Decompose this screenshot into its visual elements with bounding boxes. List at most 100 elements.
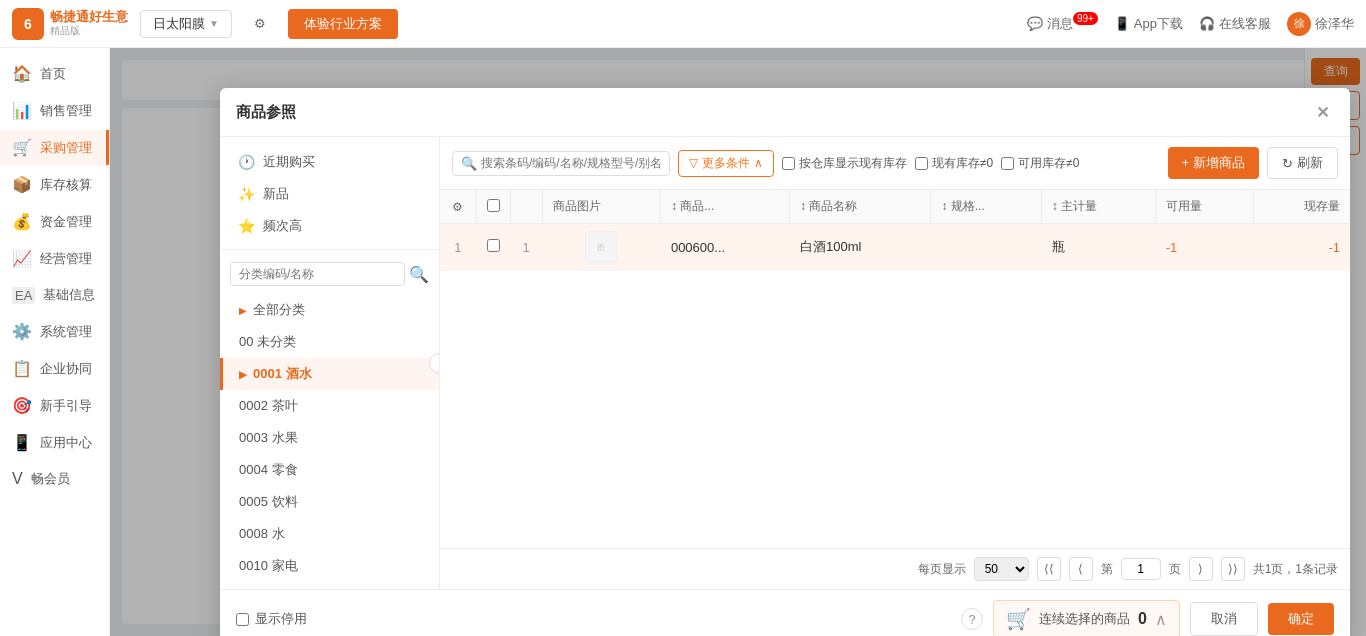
add-product-button[interactable]: + 新增商品 [1168, 147, 1259, 179]
cell-spec [931, 224, 1041, 271]
th-available[interactable]: 可用量 [1155, 190, 1253, 224]
table-row[interactable]: 1 1 图 [440, 224, 1350, 271]
show-disabled-input[interactable] [236, 613, 249, 626]
cart-text-label: 连续选择的商品 [1039, 610, 1130, 628]
refresh-button[interactable]: ↻ 刷新 [1267, 147, 1338, 179]
prev-page-button[interactable]: ⟨ [1069, 557, 1093, 581]
dialog-body: 🕐 近期购买 ✨ 新品 ⭐ 频次高 《 [220, 137, 1350, 589]
category-item-00[interactable]: 00 未分类 [220, 326, 439, 358]
message-badge: 99+ [1073, 12, 1098, 25]
clock-icon: 🕐 [238, 154, 255, 170]
sidebar-item-system[interactable]: ⚙️ 系统管理 [0, 314, 109, 349]
cart-collapse-button[interactable]: ∧ [1155, 610, 1167, 629]
row-checkbox[interactable] [487, 239, 500, 252]
checkbox-stock-nonzero[interactable]: 现有库存≠0 [915, 155, 993, 172]
logo-area: 6 畅捷通好生意 精品版 [12, 8, 128, 40]
th-name[interactable]: ↕ 商品名称 [789, 190, 930, 224]
page-unit-label: 页 [1169, 561, 1181, 578]
show-disabled-checkbox[interactable]: 显示停用 [236, 610, 307, 628]
confirm-button[interactable]: 确定 [1268, 603, 1334, 635]
tab-frequent[interactable]: ⭐ 频次高 [228, 211, 431, 241]
first-page-button[interactable]: ⟨⟨ [1037, 557, 1061, 581]
select-all-checkbox[interactable] [487, 199, 500, 212]
th-code[interactable]: ↕ 商品... [660, 190, 789, 224]
next-page-button[interactable]: ⟩ [1189, 557, 1213, 581]
category-item-all[interactable]: ▶ 全部分类 [220, 294, 439, 326]
per-page-select[interactable]: 50 10 20 100 [974, 557, 1029, 581]
gear-button[interactable]: ⚙ [244, 8, 276, 40]
last-page-button[interactable]: ⟩⟩ [1221, 557, 1245, 581]
checkbox-available-nonzero-input[interactable] [1001, 157, 1014, 170]
apps-icon: 📱 [12, 433, 32, 452]
sidebar-item-guide[interactable]: 🎯 新手引导 [0, 388, 109, 423]
category-search-input[interactable] [230, 262, 405, 286]
experience-btn[interactable]: 体验行业方案 [288, 9, 398, 39]
sidebar-item-purchase[interactable]: 🛒 采购管理 [0, 130, 109, 165]
operations-icon: 📈 [12, 249, 32, 268]
cell-checkbox[interactable] [476, 224, 510, 271]
tab-label: 近期购买 [263, 153, 315, 171]
nav-selector[interactable]: 日太阳膜 ▼ [140, 10, 232, 38]
guide-icon: 🎯 [12, 396, 32, 415]
product-table: ⚙ 商品图片 ↕ 商品... [440, 190, 1350, 271]
th-stock[interactable]: 现存量 [1253, 190, 1350, 224]
window-controls: ✕ [1310, 100, 1334, 124]
category-item-0001[interactable]: ▶ 0001 酒水 [220, 358, 439, 390]
category-item-0005[interactable]: 0005 饮料 [220, 486, 439, 518]
nav-messages[interactable]: 💬 消息 99+ [1027, 15, 1098, 33]
checkbox-stock-nonzero-input[interactable] [915, 157, 928, 170]
checkbox-warehouse-input[interactable] [782, 157, 795, 170]
new-icon: ✨ [238, 186, 255, 202]
category-label: 00 未分类 [239, 334, 296, 349]
th-spec[interactable]: ↕ 规格... [931, 190, 1041, 224]
sidebar-item-inventory[interactable]: 📦 库存核算 [0, 167, 109, 202]
phone-icon: 📱 [1114, 16, 1130, 31]
close-icon[interactable]: ✕ [1310, 100, 1334, 124]
product-image: 图 [585, 231, 617, 263]
nav-online-service[interactable]: 🎧 在线客服 [1199, 15, 1271, 33]
checkbox-available-nonzero[interactable]: 可用库存≠0 [1001, 155, 1079, 172]
top-nav: 6 畅捷通好生意 精品版 日太阳膜 ▼ ⚙ 体验行业方案 💬 消息 99+ 📱 … [0, 0, 1366, 48]
headset-icon: 🎧 [1199, 16, 1215, 31]
category-item-0003[interactable]: 0003 水果 [220, 422, 439, 454]
help-button[interactable]: ? [961, 608, 983, 630]
sidebar-item-collab[interactable]: 📋 企业协同 [0, 351, 109, 386]
purchase-icon: 🛒 [12, 138, 32, 157]
tab-new-products[interactable]: ✨ 新品 [228, 179, 431, 209]
logo-title: 畅捷通好生意 [50, 9, 128, 25]
page-number-input[interactable] [1121, 558, 1161, 580]
category-item-0004[interactable]: 0004 零食 [220, 454, 439, 486]
collab-icon: 📋 [12, 359, 32, 378]
sidebar-item-basic[interactable]: EA 基础信息 [0, 278, 109, 312]
category-item-0010[interactable]: 0010 家电 [220, 550, 439, 579]
th-unit[interactable]: ↕ 主计量 [1041, 190, 1155, 224]
product-search-input[interactable] [481, 156, 661, 170]
nav-app-download[interactable]: 📱 App下载 [1114, 15, 1183, 33]
logo-icon: 6 [12, 8, 44, 40]
category-item-0008[interactable]: 0008 水 [220, 518, 439, 550]
sidebar-item-member[interactable]: V 畅会员 [0, 462, 109, 496]
category-search-button[interactable]: 🔍 [409, 265, 429, 284]
sidebar-item-apps[interactable]: 📱 应用中心 [0, 425, 109, 460]
filter-button[interactable]: ▽ 更多条件 ∧ [678, 150, 774, 177]
category-item-0002[interactable]: 0002 茶叶 [220, 390, 439, 422]
sidebar-item-home[interactable]: 🏠 首页 [0, 56, 109, 91]
sidebar-item-finance[interactable]: 💰 资金管理 [0, 204, 109, 239]
sales-icon: 📊 [12, 101, 32, 120]
dialog-right-panel: 🔍 ▽ 更多条件 ∧ 按仓库显示现有库存 [440, 137, 1350, 589]
cell-image: 图 [542, 224, 660, 271]
th-settings[interactable]: ⚙ [440, 190, 476, 224]
sidebar-item-label: 销售管理 [40, 102, 92, 120]
sidebar-item-sales[interactable]: 📊 销售管理 [0, 93, 109, 128]
sidebar-item-label: 经营管理 [40, 250, 92, 268]
category-label: 全部分类 [253, 301, 305, 319]
sidebar-item-label: 畅会员 [31, 470, 70, 488]
nav-user[interactable]: 徐 徐泽华 [1287, 12, 1354, 36]
checkbox-warehouse[interactable]: 按仓库显示现有库存 [782, 155, 907, 172]
cancel-button[interactable]: 取消 [1190, 602, 1258, 636]
sidebar-item-operations[interactable]: 📈 经营管理 [0, 241, 109, 276]
logo-sub: 精品版 [50, 24, 128, 38]
expand-icon: ▶ [239, 369, 247, 380]
inventory-icon: 📦 [12, 175, 32, 194]
tab-recent-purchase[interactable]: 🕐 近期购买 [228, 147, 431, 177]
